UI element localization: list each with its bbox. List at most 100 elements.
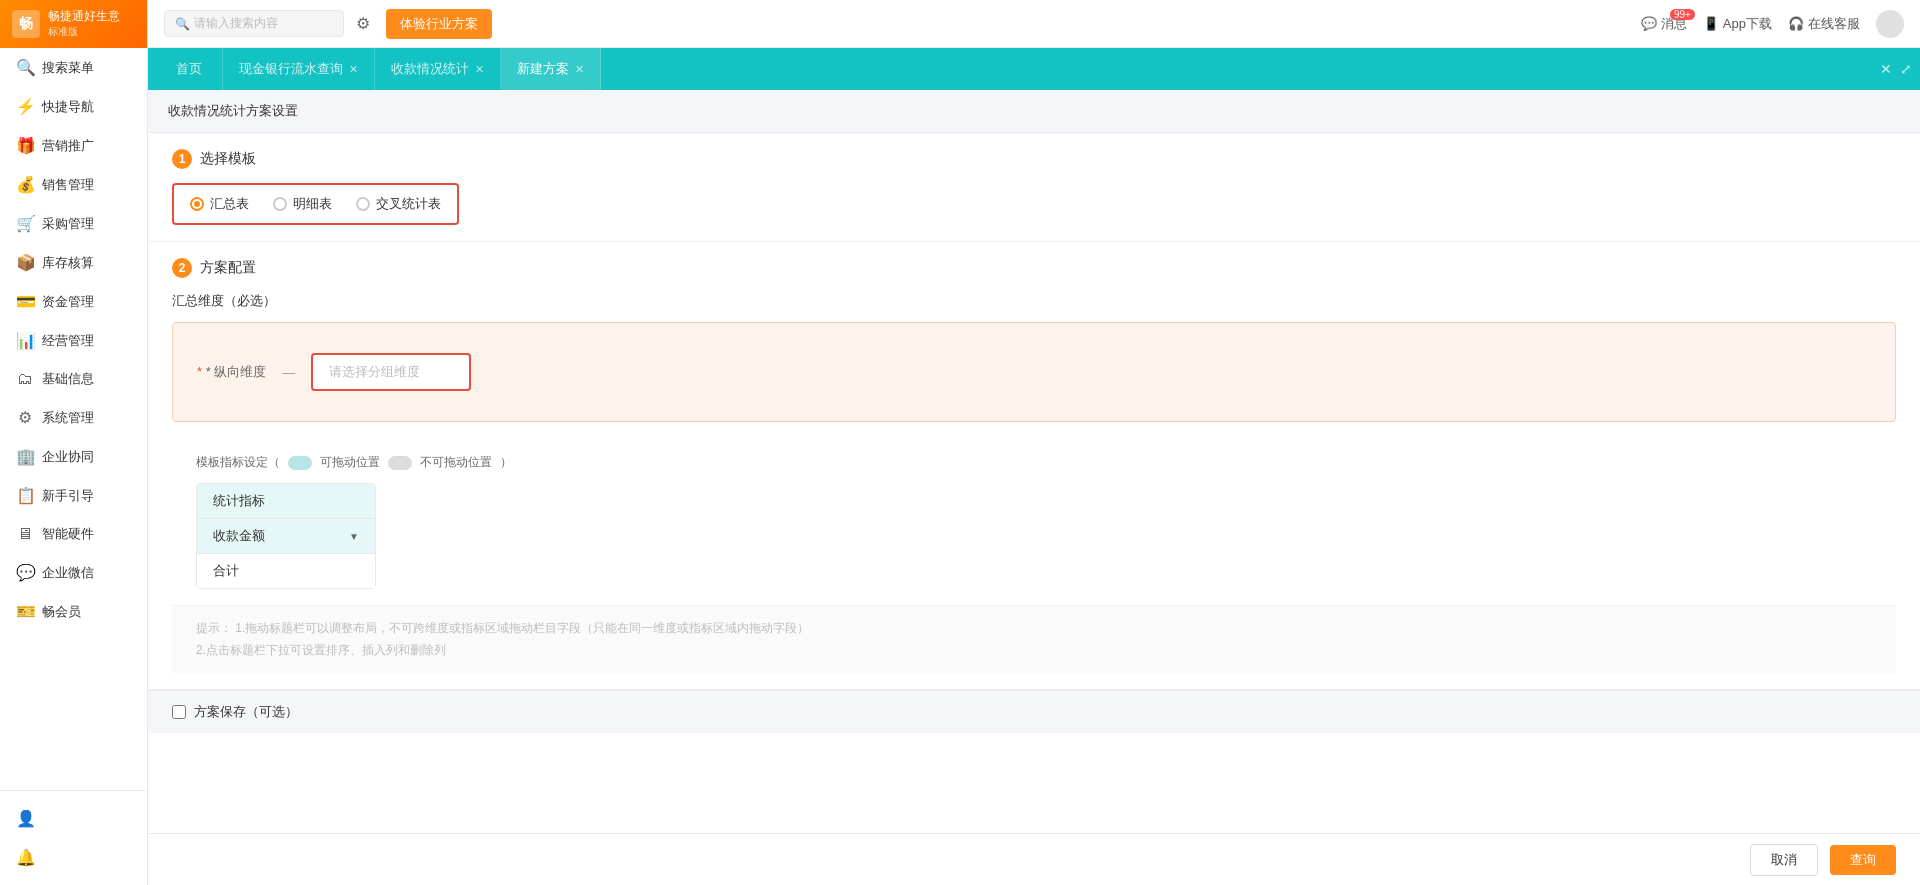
metrics-section: 模板指标设定（ 可拖动位置 不可拖动位置 ） 统计指标 收款金额 ▼	[172, 438, 1896, 605]
hardware-label: 智能硬件	[42, 525, 94, 543]
system-label: 系统管理	[42, 409, 94, 427]
search-icon: 🔍	[175, 17, 190, 31]
tab-close-new-plan[interactable]: ✕	[575, 63, 584, 76]
stats-table: 统计指标 收款金额 ▼ 合计	[196, 483, 376, 589]
download-btn[interactable]: 📱 App下载	[1703, 15, 1772, 33]
sidebar-item-bottom1[interactable]: 👤	[0, 799, 147, 838]
member-icon: 🎫	[16, 602, 34, 621]
sidebar-item-purchase[interactable]: 🛒采购管理	[0, 204, 147, 243]
dimension-select[interactable]: 请选择分组维度	[311, 353, 471, 391]
fixed-dot	[388, 456, 412, 470]
movable-label: 可拖动位置	[320, 454, 380, 471]
message-btn[interactable]: 💬 消息 99+	[1641, 15, 1687, 33]
sidebar-logo: 畅 畅捷通好生意 标准版	[0, 0, 147, 48]
radio-circle-summary	[190, 197, 204, 211]
sidebar-item-hardware[interactable]: 🖥 智能硬件	[0, 515, 147, 553]
member-label: 畅会员	[42, 603, 81, 621]
tabbar: 首页现金银行流水查询✕收款情况统计✕新建方案✕ ✕ ⤢	[148, 48, 1920, 90]
col-header-label: 收款金额	[213, 527, 265, 545]
breadcrumb: 收款情况统计方案设置	[148, 90, 1920, 133]
template-radio-group: 汇总表 明细表 交叉统计表	[172, 183, 459, 225]
hardware-icon: 🖥	[16, 525, 34, 543]
tab-close-receipt-stats[interactable]: ✕	[475, 63, 484, 76]
base-info-label: 基础信息	[42, 370, 94, 388]
download-label: App下载	[1723, 15, 1772, 33]
sidebar-item-base-info[interactable]: 🗂基础信息	[0, 360, 147, 398]
radio-circle-detail	[273, 197, 287, 211]
marketing-icon: 🎁	[16, 136, 34, 155]
topbar: 🔍 请输入搜索内容 ⚙ 体验行业方案 💬 消息 99+ 📱 App下载 🎧 在线…	[148, 0, 1920, 48]
movable-dot	[288, 456, 312, 470]
content-area: 收款情况统计方案设置 1 选择模板 汇总表 明细表	[148, 90, 1920, 833]
guide-label: 新手引导	[42, 487, 94, 505]
close-all-icon[interactable]: ✕	[1880, 61, 1892, 77]
bottom-icon2: 🔔	[16, 848, 34, 867]
radio-detail[interactable]: 明细表	[273, 195, 332, 213]
settings-icon[interactable]: ⚙	[356, 14, 370, 33]
inventory-label: 库存核算	[42, 254, 94, 272]
vertical-dim-label: * * 纵向维度	[197, 363, 266, 381]
radio-label-summary: 汇总表	[210, 195, 249, 213]
service-btn[interactable]: 🎧 在线客服	[1788, 15, 1860, 33]
step2-label: 方案配置	[200, 259, 256, 277]
save-section: 方案保存（可选）	[148, 690, 1920, 733]
stats-title: 统计指标	[213, 492, 265, 510]
sidebar-items: 🔍搜索菜单⚡快捷导航🎁营销推广 💰 销售管理 🛒采购管理📦库存核算💳资金管理📊经营管理…	[0, 48, 147, 631]
dimension-area: * * 纵向维度 — 请选择分组维度	[172, 322, 1896, 422]
download-icon: 📱	[1703, 16, 1719, 31]
sidebar-item-marketing[interactable]: 🎁营销推广	[0, 126, 147, 165]
logo-icon: 畅	[12, 10, 40, 38]
sidebar-item-enterprise[interactable]: 🏢 企业协同	[0, 437, 147, 476]
enterprise-icon: 🏢	[16, 447, 34, 466]
user-avatar[interactable]	[1876, 10, 1904, 38]
topbar-search-box[interactable]: 🔍 请输入搜索内容	[164, 10, 344, 37]
tab-label-bank-flow: 现金银行流水查询	[239, 60, 343, 78]
sidebar-item-system[interactable]: ⚙系统管理	[0, 398, 147, 437]
sidebar-item-finance[interactable]: 💳资金管理	[0, 282, 147, 321]
stats-table-header: 统计指标	[197, 484, 375, 519]
tab-bank-flow[interactable]: 现金银行流水查询 ✕	[223, 48, 375, 90]
industry-btn[interactable]: 体验行业方案	[386, 9, 492, 39]
sidebar-item-search-menu[interactable]: 🔍搜索菜单	[0, 48, 147, 87]
sales-label: 销售管理	[42, 176, 94, 194]
message-badge: 99+	[1670, 9, 1695, 20]
step1-label: 选择模板	[200, 150, 256, 168]
sidebar-item-member[interactable]: 🎫 畅会员	[0, 592, 147, 631]
tab-receipt-stats[interactable]: 收款情况统计✕	[375, 48, 501, 90]
radio-summary[interactable]: 汇总表	[190, 195, 249, 213]
tabbar-actions: ✕ ⤢	[1880, 61, 1912, 77]
tab-close-bank-flow[interactable]: ✕	[349, 63, 358, 76]
save-label: 方案保存（可选）	[194, 703, 298, 721]
sidebar-item-sales[interactable]: 💰 销售管理	[0, 165, 147, 204]
sidebar-item-guide[interactable]: 📋 新手引导	[0, 476, 147, 515]
tab-new-plan[interactable]: 新建方案✕	[501, 48, 601, 90]
col-header-row[interactable]: 收款金额 ▼	[197, 519, 375, 554]
wechat-icon: 💬	[16, 563, 34, 582]
select-placeholder: 请选择分组维度	[329, 363, 420, 381]
sidebar-item-inventory[interactable]: 📦库存核算	[0, 243, 147, 282]
sales-icon: 💰	[16, 175, 34, 194]
tab-label-home: 首页	[176, 60, 202, 78]
sidebar-item-quick-nav[interactable]: ⚡快捷导航	[0, 87, 147, 126]
step2-num: 2	[172, 258, 192, 278]
radio-cross[interactable]: 交叉统计表	[356, 195, 441, 213]
sidebar-item-bottom2[interactable]: 🔔	[0, 838, 147, 877]
sidebar-item-wechat[interactable]: 💬企业微信	[0, 553, 147, 592]
tab-home[interactable]: 首页	[156, 48, 223, 90]
query-button[interactable]: 查询	[1830, 845, 1896, 875]
metrics-section-suffix: ）	[500, 454, 512, 471]
tips-section: 提示： 1.拖动标题栏可以调整布局，不可跨维度或指标区域拖动栏目字段（只能在同一…	[172, 605, 1896, 673]
sidebar-item-operations[interactable]: 📊经营管理	[0, 321, 147, 360]
step2-section: 2 方案配置 汇总维度（必选） * * 纵向维度 — 请选择分组维度	[148, 242, 1920, 690]
step2-title: 2 方案配置	[172, 258, 1896, 278]
step1-num: 1	[172, 149, 192, 169]
cancel-button[interactable]: 取消	[1750, 844, 1818, 876]
guide-icon: 📋	[16, 486, 34, 505]
enterprise-label: 企业协同	[42, 448, 94, 466]
save-checkbox[interactable]	[172, 705, 186, 719]
expand-icon[interactable]: ⤢	[1900, 61, 1912, 77]
service-icon: 🎧	[1788, 16, 1804, 31]
quick-nav-label: 快捷导航	[42, 98, 94, 116]
purchase-label: 采购管理	[42, 215, 94, 233]
sidebar: 畅 畅捷通好生意 标准版 🔍搜索菜单⚡快捷导航🎁营销推广 💰 销售管理 🛒采购管理📦库…	[0, 0, 148, 885]
